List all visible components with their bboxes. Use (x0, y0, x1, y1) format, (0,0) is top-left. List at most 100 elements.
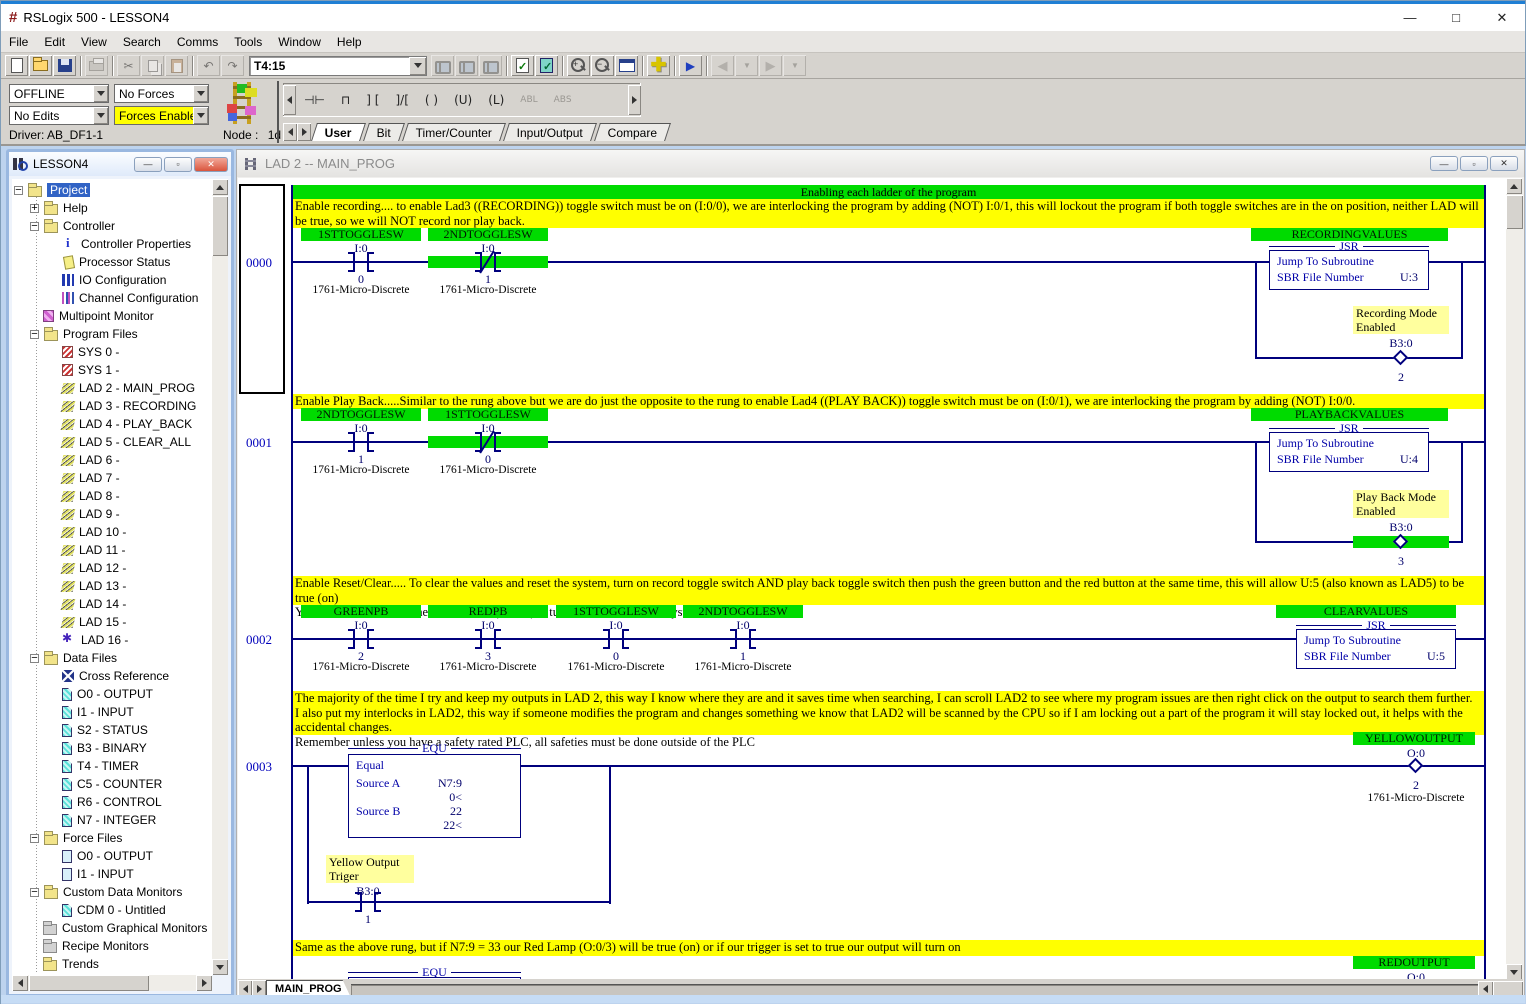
menu-edit[interactable]: Edit (36, 33, 73, 51)
tree-item-project[interactable]: Project (14, 181, 212, 199)
ladder-window-titlebar[interactable]: LAD 2 -- MAIN_PROG — ▫ ✕ (237, 150, 1524, 177)
tree-close-button[interactable]: ✕ (194, 157, 228, 172)
tree-horizontal-scrollbar[interactable] (12, 975, 212, 991)
forces-dropdown[interactable]: No Forces (114, 84, 209, 103)
xic-contact[interactable] (603, 629, 629, 649)
tree-item-custom-graphical-monitors[interactable]: Custom Graphical Monitors (43, 919, 212, 937)
tab-input-output[interactable]: Input/Output (503, 123, 597, 141)
symbol-label[interactable]: 1STTOGGLESW (556, 605, 676, 618)
otl-instruction[interactable]: (L) (480, 93, 512, 107)
tree-item-processor-status[interactable]: Processor Status (62, 253, 212, 271)
save-button[interactable] (53, 55, 76, 76)
maximize-button[interactable]: □ (1433, 4, 1479, 31)
tree-item-b3-binary[interactable]: B3 - BINARY (62, 739, 212, 757)
find-all-button[interactable] (479, 55, 502, 76)
undo-button[interactable]: ↶ (197, 55, 220, 76)
symbol-label[interactable]: 1STTOGGLESW (301, 228, 421, 241)
tree-item-trends[interactable]: Trends (43, 955, 212, 973)
tree-item-lad16[interactable]: LAD 16 - (62, 631, 212, 649)
tab-compare[interactable]: Compare (594, 123, 671, 141)
xic-contact[interactable] (475, 629, 501, 649)
tree-item-lad9[interactable]: LAD 9 - (62, 505, 212, 523)
minimize-button[interactable]: — (1387, 4, 1433, 31)
find-button[interactable] (431, 55, 454, 76)
find-next-button[interactable] (455, 55, 478, 76)
tree-item-recipe-monitors[interactable]: Recipe Monitors (43, 937, 212, 955)
tree-item-lad13[interactable]: LAD 13 - (62, 577, 212, 595)
edits-dropdown[interactable]: No Edits (9, 106, 109, 125)
xic-contact[interactable] (348, 432, 374, 452)
scroll-down-button[interactable] (212, 959, 228, 975)
ladder-close-button[interactable]: ✕ (1490, 156, 1518, 171)
tree-item-force-files[interactable]: Force Files (30, 829, 212, 847)
forward-history-dropdown[interactable]: ▼ (783, 55, 806, 76)
tree-vertical-scrollbar[interactable] (212, 179, 228, 975)
rung-number[interactable]: 0000 (246, 255, 272, 271)
tree-item-lad10[interactable]: LAD 10 - (62, 523, 212, 541)
symbol-label[interactable]: 2NDTOGGLESW (683, 605, 803, 618)
new-button[interactable] (5, 55, 28, 76)
menu-tools[interactable]: Tools (226, 33, 270, 51)
otu-instruction[interactable]: (U) (446, 93, 480, 107)
equ-instruction-box[interactable]: Equal Source A N7:9 0< Source B 22 22< (348, 754, 521, 838)
collapse-icon[interactable] (30, 834, 39, 843)
tab-user[interactable]: User (311, 123, 366, 141)
close-button[interactable]: ✕ (1479, 4, 1525, 31)
ote-coil[interactable] (1393, 534, 1409, 550)
xio-contact[interactable] (475, 432, 501, 452)
ladder-vertical-scrollbar[interactable] (1506, 178, 1523, 980)
symbol-label[interactable]: PLAYBACKVALUES (1251, 408, 1448, 421)
tree-item-lad2[interactable]: LAD 2 - MAIN_PROG (62, 379, 212, 397)
tree-item-lad15[interactable]: LAD 15 - (62, 613, 212, 631)
ote-coil[interactable] (1408, 758, 1424, 774)
tree-item-custom-data-monitors[interactable]: Custom Data Monitors (30, 883, 212, 901)
ladder-restore-button[interactable]: ▫ (1460, 156, 1488, 171)
scroll-right-button[interactable] (196, 975, 212, 991)
tree-item-lad12[interactable]: LAD 12 - (62, 559, 212, 577)
tabs-scroll-right-button[interactable] (297, 123, 311, 141)
tree-item-cdm0[interactable]: CDM 0 - Untitled (62, 901, 212, 919)
xic-contact[interactable] (348, 252, 374, 272)
zoom-in-button[interactable]: + (567, 55, 590, 76)
expand-icon[interactable] (30, 204, 39, 213)
tree-restore-button[interactable]: ▫ (164, 157, 192, 172)
run-button[interactable]: ▶ (679, 55, 702, 76)
scrollbar-thumb[interactable] (1506, 195, 1523, 229)
redo-button[interactable]: ↷ (221, 55, 244, 76)
ladder-minimize-button[interactable]: — (1430, 156, 1458, 171)
tree-item-i1-input[interactable]: I1 - INPUT (62, 703, 212, 721)
xio-contact[interactable] (475, 252, 501, 272)
scroll-down-button[interactable] (1506, 964, 1522, 980)
verify-project-button[interactable] (535, 55, 558, 76)
tree-item-multipoint-monitor[interactable]: Multipoint Monitor (43, 307, 212, 325)
tree-item-lad6[interactable]: LAD 6 - (62, 451, 212, 469)
mode-dropdown[interactable]: OFFLINE (9, 84, 109, 103)
symbol-label[interactable]: 2NDTOGGLESW (428, 228, 548, 241)
tree-item-lad7[interactable]: LAD 7 - (62, 469, 212, 487)
dropdown-button[interactable] (93, 107, 108, 124)
tree-item-lad8[interactable]: LAD 8 - (62, 487, 212, 505)
tree-item-cross-reference[interactable]: Cross Reference (62, 667, 212, 685)
tree-item-c5-counter[interactable]: C5 - COUNTER (62, 775, 212, 793)
symbol-label[interactable]: YELLOWOUTPUT (1353, 732, 1475, 745)
dropdown-button[interactable] (193, 85, 208, 102)
menu-file[interactable]: File (1, 33, 36, 51)
zoom-out-button[interactable]: − (591, 55, 614, 76)
ote-coil[interactable] (1393, 350, 1409, 366)
tree-item-data-files[interactable]: Data Files (30, 649, 212, 667)
scrollbar-thumb[interactable] (29, 975, 149, 991)
tree-item-help[interactable]: Help (30, 199, 212, 217)
xic-instruction[interactable]: ] [ (358, 93, 387, 107)
navigate-forward-button[interactable]: ▶ (759, 55, 782, 76)
menu-search[interactable]: Search (115, 33, 169, 51)
properties-window-button[interactable] (615, 55, 638, 76)
tabs-scroll-left-button[interactable] (283, 123, 297, 141)
new-component-button[interactable]: ✚ (647, 55, 670, 76)
collapse-icon[interactable] (30, 330, 39, 339)
ladder-editor[interactable]: 0000 Enabling each ladder of the program… (238, 178, 1508, 980)
forces-enabled-dropdown[interactable]: Forces Enabled (114, 106, 209, 125)
paste-button[interactable] (165, 55, 188, 76)
jsr-instruction-box[interactable]: Jump To Subroutine SBR File Number U:4 (1269, 432, 1429, 472)
scrollbar-thumb[interactable] (212, 196, 228, 256)
scroll-up-button[interactable] (212, 179, 228, 195)
